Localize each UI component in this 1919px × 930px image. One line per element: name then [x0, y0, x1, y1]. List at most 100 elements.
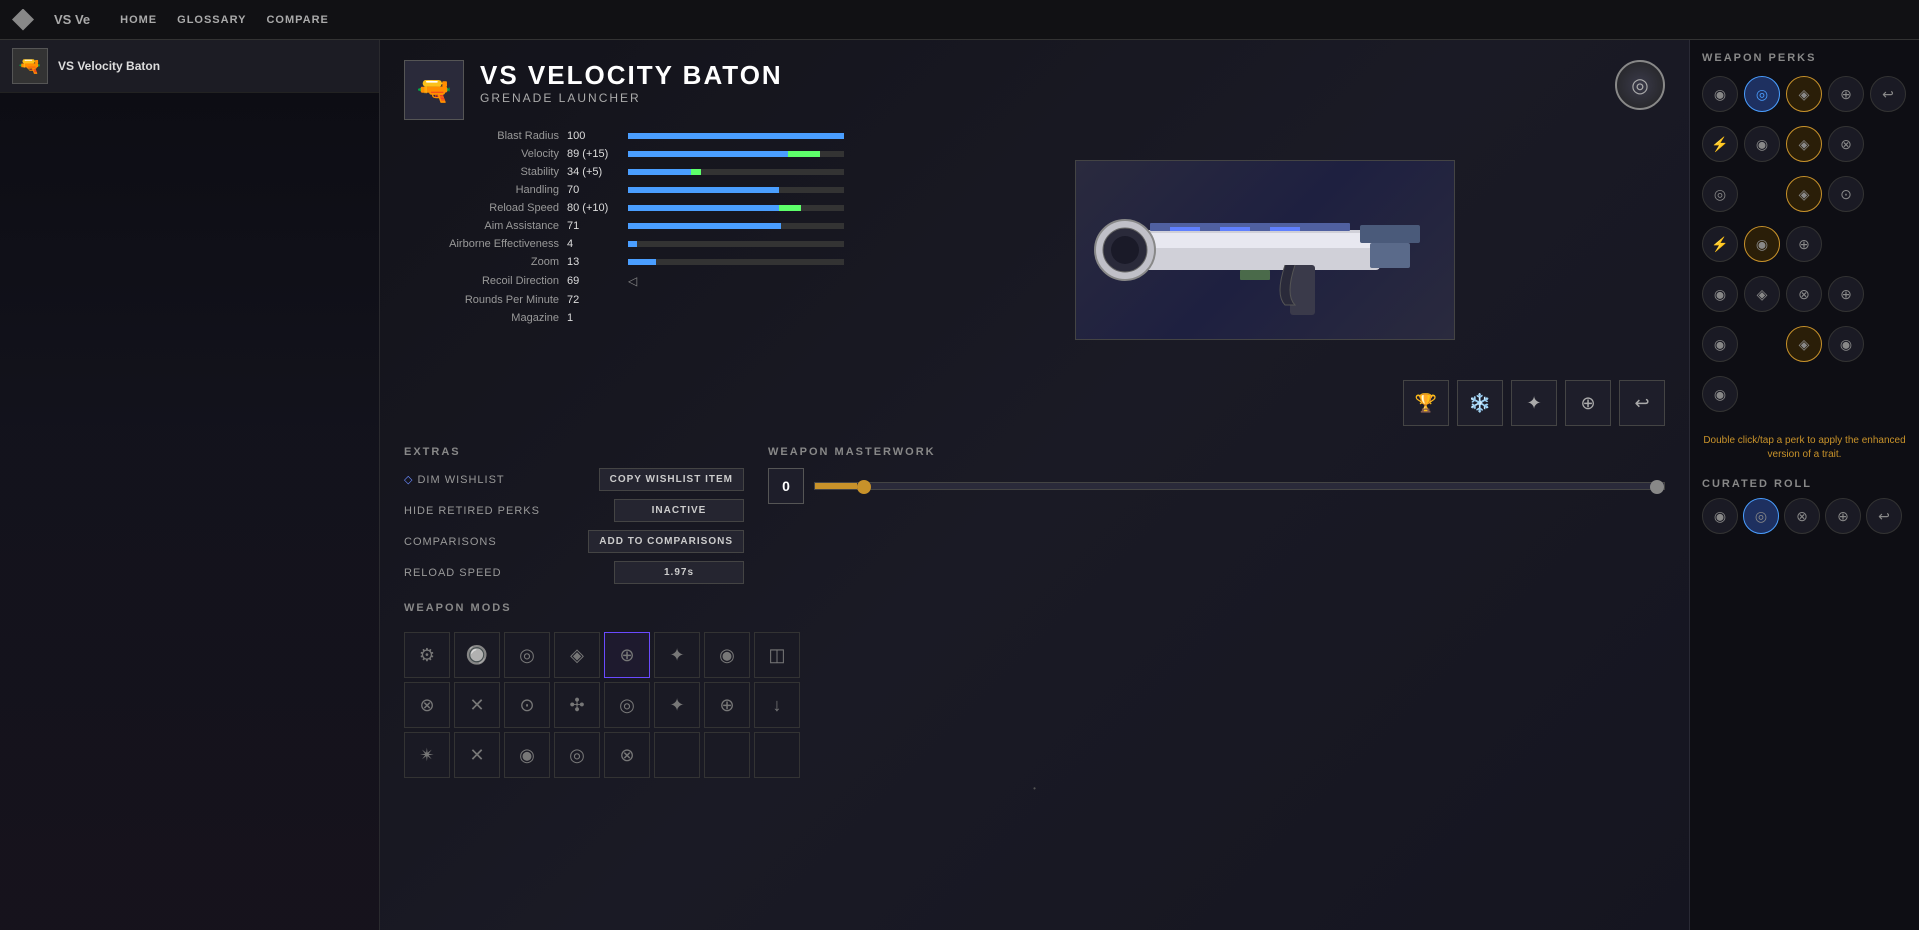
mod-slot-17[interactable]: ✴	[404, 732, 450, 778]
mod-slot-15[interactable]: ⊕	[704, 682, 750, 728]
perk-1-3[interactable]: ◈	[1786, 76, 1822, 112]
perk-3-3[interactable]: ◈	[1786, 176, 1822, 212]
perk-1-1[interactable]: ◉	[1702, 76, 1738, 112]
stat-label: Handling	[404, 184, 559, 196]
perk-6-4[interactable]: ◉	[1828, 326, 1864, 362]
perk-5-1[interactable]: ◉	[1702, 276, 1738, 312]
mod-slot-7[interactable]: ◉	[704, 632, 750, 678]
perk-2-4[interactable]: ⊗	[1828, 126, 1864, 162]
stat-value-area: 80 (+10)	[567, 202, 844, 214]
perk-5-2[interactable]: ◈	[1744, 276, 1780, 312]
app-logo[interactable]	[12, 9, 34, 31]
mod-slot-18[interactable]: ✕	[454, 732, 500, 778]
weapon-area: Blast Radius 100 Velocity 89 (+15)	[380, 130, 1689, 370]
curated-perk-3[interactable]: ⊗	[1784, 498, 1820, 534]
nav-compare[interactable]: COMPARE	[266, 14, 328, 26]
mod-slot-3[interactable]: ◎	[504, 632, 550, 678]
perk-2-3[interactable]: ◈	[1786, 126, 1822, 162]
perk-5-3[interactable]: ⊗	[1786, 276, 1822, 312]
weapon-image-area	[864, 130, 1665, 370]
stat-label: Airborne Effectiveness	[404, 238, 559, 250]
mod-slot-4[interactable]: ◈	[554, 632, 600, 678]
tracker-icon-crosshair[interactable]: ⊕	[1565, 380, 1611, 426]
curated-perk-2[interactable]: ◎	[1743, 498, 1779, 534]
perk-6-3[interactable]: ◈	[1786, 326, 1822, 362]
mod-slot-20[interactable]: ◎	[554, 732, 600, 778]
sidebar-weapon-name: VS Velocity Baton	[58, 59, 160, 73]
add-to-comparisons-button[interactable]: ADD TO COMPARISONS	[588, 530, 744, 553]
curated-perk-5[interactable]: ↩	[1866, 498, 1902, 534]
stat-value-area: 71	[567, 220, 844, 232]
tracker-icon-hook[interactable]: ↩	[1619, 380, 1665, 426]
perk-6-1[interactable]: ◉	[1702, 326, 1738, 362]
sidebar-weapon-item[interactable]: 🔫 VS Velocity Baton	[0, 40, 379, 93]
stat-num: 13	[567, 256, 622, 268]
perk-7-1[interactable]: ◉	[1702, 376, 1738, 412]
perks-row-3: ◎ ◈ ⊙	[1702, 176, 1907, 212]
perk-3-1[interactable]: ◎	[1702, 176, 1738, 212]
reload-speed-button[interactable]: 1.97s	[614, 561, 744, 584]
stat-label: Rounds Per Minute	[404, 294, 559, 306]
stat-aim-assistance: Aim Assistance 71	[404, 220, 844, 232]
perks-row-2: ⚡ ◉ ◈ ⊗	[1702, 126, 1907, 162]
mod-slot-8[interactable]: ◫	[754, 632, 800, 678]
sidebar-background	[0, 93, 379, 930]
nav-links: HOME GLOSSARY COMPARE	[120, 14, 329, 26]
mod-slot-16[interactable]: ↓	[754, 682, 800, 728]
stat-num: 34 (+5)	[567, 166, 622, 178]
tracker-icon-trophy[interactable]: 🏆	[1403, 380, 1449, 426]
perk-4-3[interactable]: ⊕	[1786, 226, 1822, 262]
perk-1-2[interactable]: ◎	[1744, 76, 1780, 112]
mod-slot-2[interactable]: 🔘	[454, 632, 500, 678]
weapon-header: 🔫 VS VELOCITY BATON GRENADE LAUNCHER ◎	[380, 40, 1689, 130]
mods-title: WEAPON MODS	[404, 602, 1665, 614]
curated-perk-4[interactable]: ⊕	[1825, 498, 1861, 534]
nav-glossary[interactable]: GLOSSARY	[177, 14, 246, 26]
mod-slot-1[interactable]: ⚙	[404, 632, 450, 678]
extras-label-reload: RELOAD SPEED	[404, 567, 502, 579]
stat-num: 71	[567, 220, 622, 232]
mod-slot-13[interactable]: ◎	[604, 682, 650, 728]
perk-5-4[interactable]: ⊕	[1828, 276, 1864, 312]
tracker-icon-snowflake[interactable]: ❄️	[1457, 380, 1503, 426]
stat-bar	[628, 205, 844, 211]
perk-1-4[interactable]: ⊕	[1828, 76, 1864, 112]
inactive-button[interactable]: INACTIVE	[614, 499, 744, 522]
mod-slot-10[interactable]: ✕	[454, 682, 500, 728]
nav-home[interactable]: HOME	[120, 14, 157, 26]
perk-2-2[interactable]: ◉	[1744, 126, 1780, 162]
mod-slot-22[interactable]	[654, 732, 700, 778]
tracker-row: 🏆 ❄️ ✦ ⊕ ↩	[380, 370, 1689, 436]
stat-magazine: Magazine 1	[404, 312, 844, 324]
mod-slot-5[interactable]: ⊕	[604, 632, 650, 678]
mod-slot-14[interactable]: ✦	[654, 682, 700, 728]
mod-slot-9[interactable]: ⊗	[404, 682, 450, 728]
masterwork-slider[interactable]	[814, 482, 1665, 490]
extras-label-comparisons: COMPARISONS	[404, 536, 497, 548]
stat-value-area: 70	[567, 184, 844, 196]
mod-slot-19[interactable]: ◉	[504, 732, 550, 778]
stat-label: Reload Speed	[404, 202, 559, 214]
bottom-section: EXTRAS ◇DIM WISHLIST COPY WISHLIST ITEM …	[380, 446, 1689, 592]
perk-1-5[interactable]: ↩	[1870, 76, 1906, 112]
tracker-icon-star[interactable]: ✦	[1511, 380, 1557, 426]
mod-slot-11[interactable]: ⊙	[504, 682, 550, 728]
perk-3-4[interactable]: ⊙	[1828, 176, 1864, 212]
weapon-emblem: ◎	[1615, 60, 1665, 110]
stat-value-area: 4	[567, 238, 844, 250]
mod-slot-24[interactable]	[754, 732, 800, 778]
stat-bar	[628, 169, 844, 175]
perk-4-2[interactable]: ◉	[1744, 226, 1780, 262]
perk-4-1[interactable]: ⚡	[1702, 226, 1738, 262]
mod-slot-6[interactable]: ✦	[654, 632, 700, 678]
perk-2-1[interactable]: ⚡	[1702, 126, 1738, 162]
curated-perk-1[interactable]: ◉	[1702, 498, 1738, 534]
mod-slot-23[interactable]	[704, 732, 750, 778]
main-content: 🔫 VS VELOCITY BATON GRENADE LAUNCHER ◎ B…	[380, 40, 1689, 930]
sidebar: 🔫 VS Velocity Baton	[0, 40, 380, 930]
extras-row-wishlist: ◇DIM WISHLIST COPY WISHLIST ITEM	[404, 468, 744, 491]
copy-wishlist-button[interactable]: COPY WISHLIST ITEM	[599, 468, 744, 491]
mod-slot-21[interactable]: ⊗	[604, 732, 650, 778]
curated-perks: ◉ ◎ ⊗ ⊕ ↩	[1702, 498, 1907, 534]
mod-slot-12[interactable]: ✣	[554, 682, 600, 728]
